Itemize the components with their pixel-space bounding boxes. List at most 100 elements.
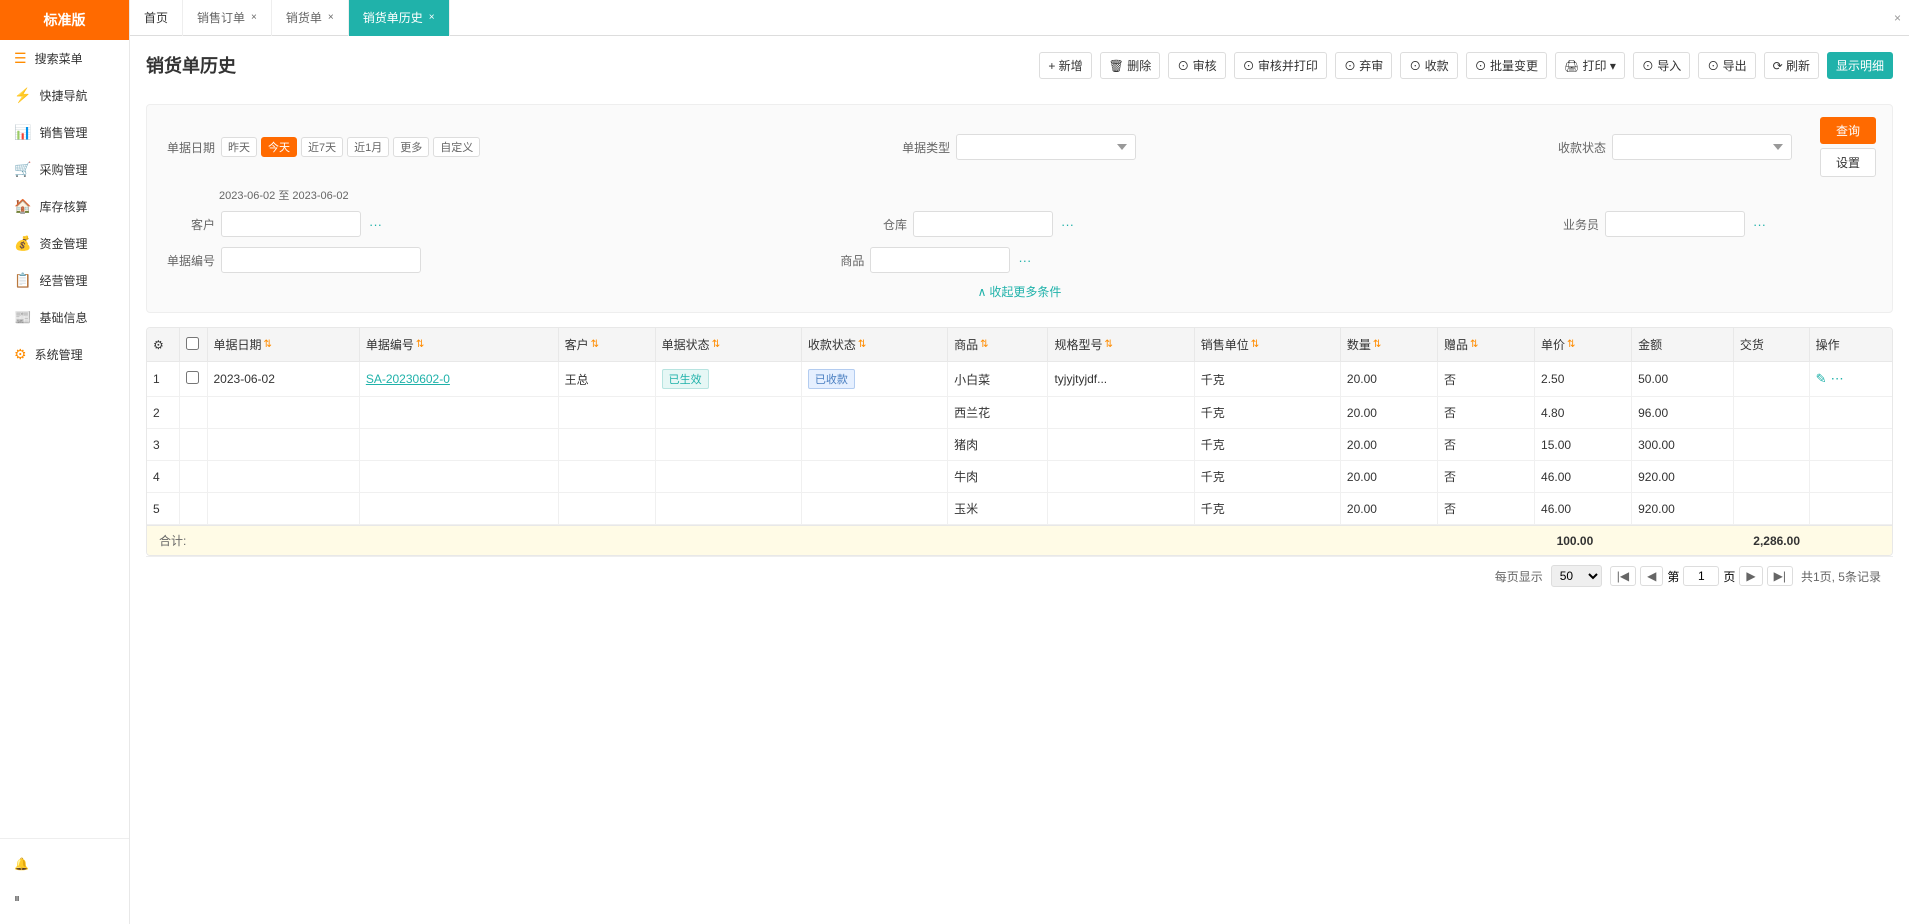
import-button[interactable]: ⊙ 导入	[1633, 52, 1690, 79]
refresh-button[interactable]: ⟳ 刷新	[1764, 52, 1819, 79]
filter-date-options: 昨天 今天 近7天 近1月 更多 自定义	[221, 137, 480, 157]
date-1month[interactable]: 近1月	[347, 137, 389, 157]
cell-doc-date	[207, 397, 359, 429]
filter-date-item: 单据日期 昨天 今天 近7天 近1月 更多 自定义	[163, 137, 480, 157]
cell-check[interactable]	[179, 461, 207, 493]
doc-no-link[interactable]: SA-20230602-0	[366, 372, 450, 386]
collapse-btn[interactable]: ∧ 收起更多条件	[978, 283, 1062, 300]
row-checkbox[interactable]	[186, 371, 199, 384]
sidebar-item-inventory[interactable]: 🏠 库存核算	[0, 188, 129, 225]
th-goods[interactable]: 商品⇅	[948, 328, 1048, 362]
audit-button[interactable]: ⊙ 审核	[1168, 52, 1225, 79]
filter-customer-input[interactable]	[221, 211, 361, 237]
th-spec[interactable]: 规格型号⇅	[1048, 328, 1194, 362]
page-input[interactable]	[1683, 566, 1719, 586]
th-doc-date[interactable]: 单据日期⇅	[207, 328, 359, 362]
tab-sales-order-close[interactable]: ×	[251, 12, 257, 23]
action-icons: ✎⋯	[1816, 371, 1886, 387]
sidebar-bottom-item1[interactable]: 🔔	[0, 847, 129, 881]
customer-ellipsis[interactable]: ···	[367, 217, 384, 232]
filter-collect-select[interactable]	[1612, 134, 1792, 160]
date-today[interactable]: 今天	[261, 137, 297, 157]
cell-spec	[1048, 461, 1194, 493]
tab-sales-history[interactable]: 销货单历史 ×	[349, 0, 450, 36]
table-row: 1 2023-06-02 SA-20230602-0 王总 已生效 已收款 小白…	[147, 362, 1892, 397]
filter-salesperson-input[interactable]	[1605, 211, 1745, 237]
date-yesterday[interactable]: 昨天	[221, 137, 257, 157]
export-button[interactable]: ⊙ 导出	[1698, 52, 1755, 79]
th-doc-status[interactable]: 单据状态⇅	[655, 328, 801, 362]
sidebar-item-purchase-mgmt[interactable]: 🛒 采购管理	[0, 151, 129, 188]
tab-home[interactable]: 首页	[130, 0, 183, 36]
tabs-close-all[interactable]: ×	[1894, 11, 1909, 25]
cell-check[interactable]	[179, 397, 207, 429]
sidebar-item-ops-mgmt[interactable]: 📋 经营管理	[0, 262, 129, 299]
sort-icon-status: ⇅	[712, 339, 720, 350]
page-first-btn[interactable]: |◀	[1610, 566, 1636, 586]
cell-check[interactable]	[179, 362, 207, 397]
sidebar-item-finance-mgmt[interactable]: 💰 资金管理	[0, 225, 129, 262]
sidebar-item-search-menu[interactable]: ☰ 搜索菜单	[0, 40, 129, 77]
date-more[interactable]: 更多	[393, 137, 429, 157]
cell-doc-status	[655, 493, 801, 525]
more-icon[interactable]: ⋯	[1831, 371, 1844, 387]
th-delivery: 交货	[1733, 328, 1809, 362]
show-detail-button[interactable]: 显示明细	[1827, 52, 1893, 79]
sidebar-item-sys-mgmt[interactable]: ⚙ 系统管理	[0, 336, 129, 373]
date-custom[interactable]: 自定义	[433, 137, 480, 157]
setting-button[interactable]: 设置	[1820, 148, 1876, 177]
tab-sales-order-label: 销售订单	[197, 9, 245, 26]
batch-change-button[interactable]: ⊙ 批量变更	[1466, 52, 1547, 79]
select-all-checkbox[interactable]	[186, 337, 199, 350]
goods-ellipsis[interactable]: ···	[1016, 253, 1033, 268]
warehouse-ellipsis[interactable]: ···	[1059, 217, 1076, 232]
sidebar-item-quick-nav[interactable]: ⚡ 快捷导航	[0, 77, 129, 114]
th-sales-unit[interactable]: 销售单位⇅	[1194, 328, 1340, 362]
th-gift[interactable]: 赠品⇅	[1437, 328, 1534, 362]
sidebar-item-basic-info[interactable]: 📰 基础信息	[0, 299, 129, 336]
tab-sales-order[interactable]: 销售订单 ×	[183, 0, 272, 36]
sort-icon-price: ⇅	[1567, 339, 1575, 350]
th-check[interactable]	[179, 328, 207, 362]
th-doc-no[interactable]: 单据编号⇅	[359, 328, 558, 362]
new-button[interactable]: + 新增	[1039, 52, 1091, 79]
sidebar-bottom-item2[interactable]: ⏸	[0, 881, 129, 916]
sidebar-item-sales-mgmt[interactable]: 📊 销售管理	[0, 114, 129, 151]
tab-sales-goods[interactable]: 销货单 ×	[272, 0, 349, 36]
inventory-icon: 🏠	[14, 198, 31, 215]
sidebar-logo: 标准版	[0, 0, 129, 40]
cell-spec	[1048, 397, 1194, 429]
th-customer[interactable]: 客户⇅	[558, 328, 655, 362]
edit-icon[interactable]: ✎	[1816, 371, 1827, 387]
cell-qty: 20.00	[1340, 429, 1437, 461]
delete-button[interactable]: 🗑 删除	[1100, 52, 1161, 79]
th-unit-price[interactable]: 单价⇅	[1535, 328, 1632, 362]
cell-check[interactable]	[179, 493, 207, 525]
page-last-btn[interactable]: ▶|	[1767, 566, 1793, 586]
tab-sales-history-close[interactable]: ×	[429, 12, 435, 23]
audit-print-button[interactable]: ⊙ 审核并打印	[1234, 52, 1327, 79]
table-row: 5 玉米 千克 20.00 否 46.00 920.00	[147, 493, 1892, 525]
filter-docno-input[interactable]	[221, 247, 421, 273]
cell-qty: 20.00	[1340, 397, 1437, 429]
th-qty[interactable]: 数量⇅	[1340, 328, 1437, 362]
filter-goods-input[interactable]	[870, 247, 1010, 273]
filter-doctype-select[interactable]	[956, 134, 1136, 160]
collect-button[interactable]: ⊙ 收款	[1400, 52, 1457, 79]
th-collect-status[interactable]: 收款状态⇅	[801, 328, 947, 362]
salesperson-ellipsis[interactable]: ···	[1751, 217, 1768, 232]
page-next-btn[interactable]: ▶	[1739, 566, 1762, 586]
cell-doc-status	[655, 429, 801, 461]
page-size-select[interactable]: 50 100 200	[1551, 565, 1602, 587]
print-button[interactable]: 🖨 打印 ▾	[1555, 52, 1625, 79]
tab-sales-goods-close[interactable]: ×	[328, 12, 334, 23]
th-settings[interactable]: ⚙	[147, 328, 179, 362]
cell-check[interactable]	[179, 429, 207, 461]
date-7days[interactable]: 近7天	[301, 137, 343, 157]
abandon-button[interactable]: ⊙ 弃审	[1335, 52, 1392, 79]
filter-warehouse-input[interactable]	[913, 211, 1053, 237]
cell-doc-status: 已生效	[655, 362, 801, 397]
cell-unit-price: 15.00	[1535, 429, 1632, 461]
page-prev-btn[interactable]: ◀	[1640, 566, 1663, 586]
query-button[interactable]: 查询	[1820, 117, 1876, 144]
